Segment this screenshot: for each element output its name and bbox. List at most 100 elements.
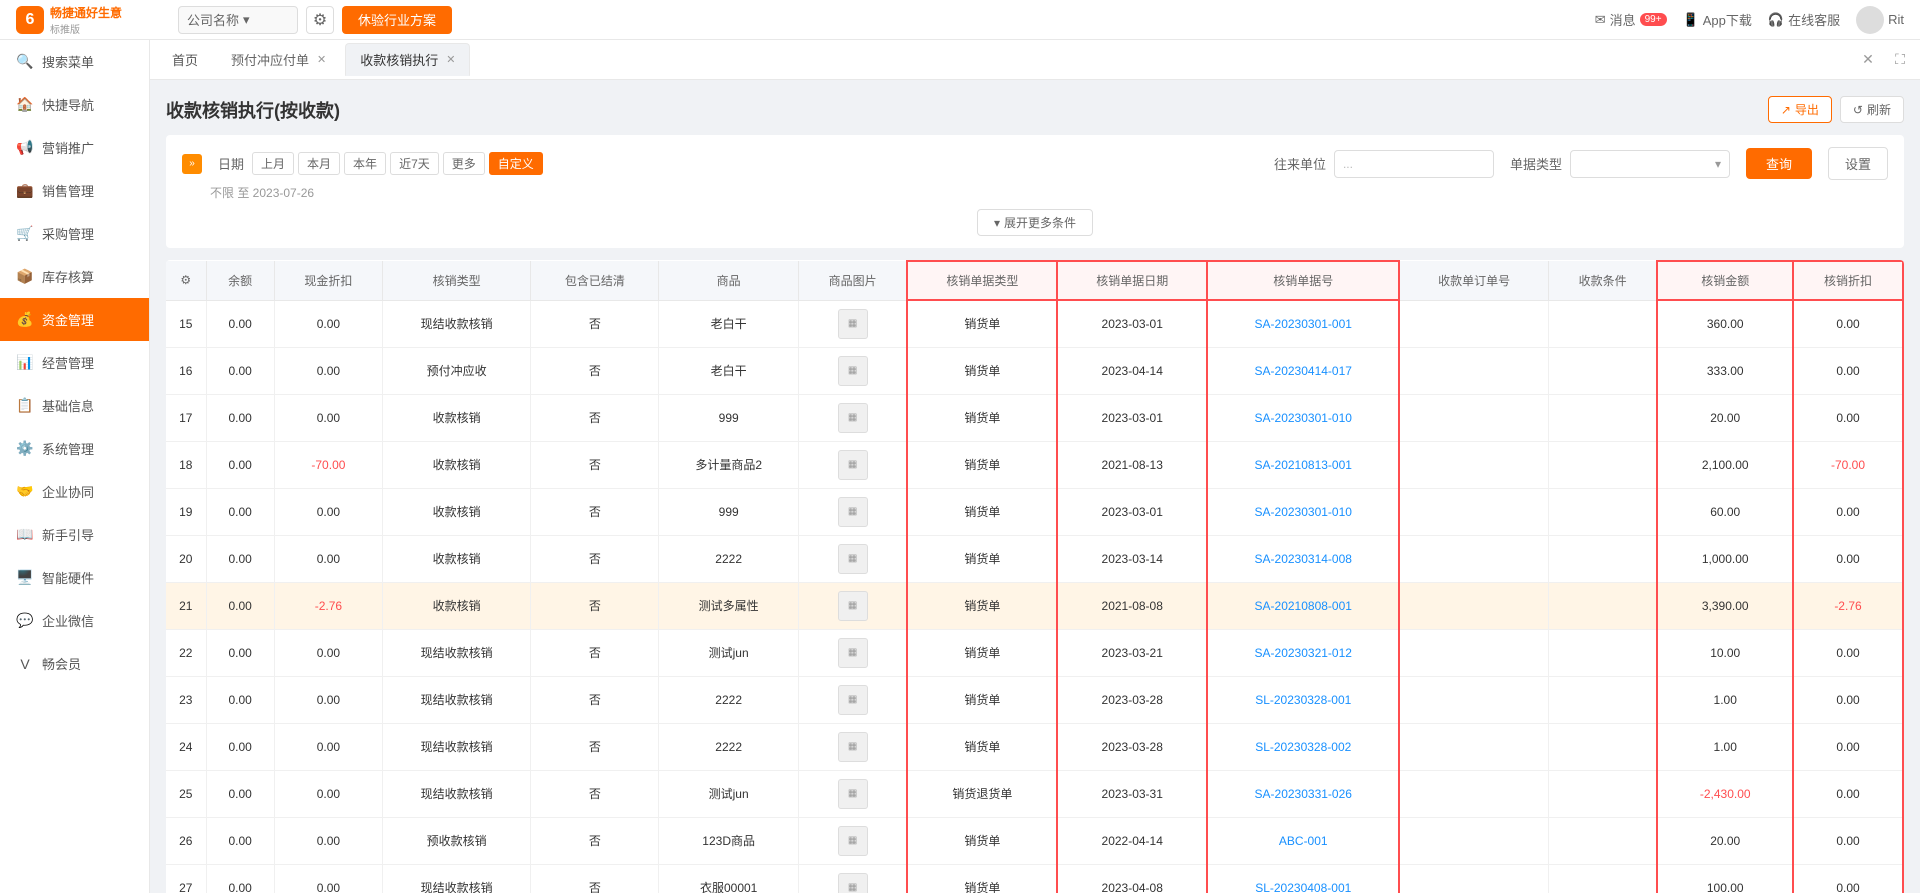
cell-receipt-cond: [1548, 629, 1657, 676]
writeoff-no-link[interactable]: SL-20230328-001: [1255, 693, 1351, 707]
cell-writeoff-no[interactable]: SL-20230328-001: [1207, 676, 1399, 723]
col-settled: 包含已结清: [531, 261, 659, 300]
sidebar-item-marketing[interactable]: 📢 营销推广: [0, 126, 149, 169]
app-name: 畅捷通好生意: [50, 4, 122, 21]
cell-type: 现结收款核销: [383, 770, 531, 817]
cell-writeoff-no[interactable]: ABC-001: [1207, 817, 1399, 864]
sidebar-item-search[interactable]: 🔍 搜索菜单: [0, 40, 149, 83]
writeoff-no-link[interactable]: SA-20230301-010: [1255, 505, 1352, 519]
sidebar-item-inventory[interactable]: 📦 库存核算: [0, 255, 149, 298]
table-row: 20 0.00 0.00 收款核销 否 2222 ▦ 销货单 2023-03-1…: [166, 535, 1903, 582]
sidebar-item-collab[interactable]: 🤝 企业协同: [0, 470, 149, 513]
sidebar-item-guide[interactable]: 📖 新手引导: [0, 513, 149, 556]
tab-collection-close[interactable]: ✕: [446, 53, 455, 66]
writeoff-no-link[interactable]: SA-20230414-017: [1255, 364, 1352, 378]
cell-writeoff-no[interactable]: SL-20230328-002: [1207, 723, 1399, 770]
tab-collection[interactable]: 收款核销执行 ✕: [345, 43, 470, 76]
cell-writeoff-no[interactable]: SL-20230408-001: [1207, 864, 1399, 893]
tab-prepay[interactable]: 预付冲应付单 ✕: [216, 43, 341, 76]
tab-home[interactable]: 首页: [158, 44, 212, 75]
cell-writeoff-no[interactable]: SA-20210813-001: [1207, 441, 1399, 488]
cell-writeoff-discount: 0.00: [1793, 394, 1903, 441]
writeoff-no-link[interactable]: SA-20230301-010: [1255, 411, 1352, 425]
sidebar-label-collab: 企业协同: [42, 482, 94, 501]
query-button[interactable]: 查询: [1746, 148, 1812, 179]
messages-button[interactable]: ✉ 消息 99+: [1595, 10, 1667, 29]
date-btn-7days[interactable]: 近7天: [390, 152, 439, 175]
cell-receipt-cond: [1548, 676, 1657, 723]
cell-writeoff-no[interactable]: SA-20230301-010: [1207, 488, 1399, 535]
cell-receipt-order: [1399, 394, 1548, 441]
goods-image: ▦: [838, 779, 868, 809]
doc-type-select[interactable]: ▾: [1570, 150, 1730, 178]
date-btn-this-year[interactable]: 本年: [344, 152, 386, 175]
sidebar-item-finance[interactable]: 💰 资金管理: [0, 298, 149, 341]
cell-cash-discount: 0.00: [274, 817, 382, 864]
export-button[interactable]: ↗ 导出: [1768, 96, 1832, 123]
date-btn-custom[interactable]: 自定义: [489, 152, 543, 175]
refresh-button[interactable]: ↺ 刷新: [1840, 96, 1904, 123]
settings-button[interactable]: ⚙: [306, 6, 334, 34]
writeoff-no-link[interactable]: ABC-001: [1279, 834, 1328, 848]
cell-receipt-order: [1399, 817, 1548, 864]
export-label: 导出: [1795, 101, 1819, 118]
collapse-arrow-icon[interactable]: »: [182, 154, 202, 174]
cell-writeoff-no[interactable]: SA-20230331-026: [1207, 770, 1399, 817]
table-row: 18 0.00 -70.00 收款核销 否 多计量商品2 ▦ 销货单 2021-…: [166, 441, 1903, 488]
sidebar-item-purchase[interactable]: 🛒 采购管理: [0, 212, 149, 255]
cell-receipt-cond: [1548, 582, 1657, 629]
refresh-icon: ↺: [1853, 103, 1863, 117]
cell-cash-discount: 0.00: [274, 347, 382, 394]
writeoff-no-link[interactable]: SA-20230314-008: [1255, 552, 1352, 566]
cell-writeoff-no[interactable]: SA-20230314-008: [1207, 535, 1399, 582]
cell-writeoff-no[interactable]: SA-20230414-017: [1207, 347, 1399, 394]
cell-writeoff-no[interactable]: SA-20230301-010: [1207, 394, 1399, 441]
sidebar-label-wechat: 企业微信: [42, 611, 94, 630]
user-profile[interactable]: Rit: [1856, 6, 1904, 34]
writeoff-no-link[interactable]: SA-20230321-012: [1255, 646, 1352, 660]
col-gear[interactable]: ⚙: [166, 261, 206, 300]
tab-close-all-button[interactable]: ✕: [1856, 48, 1880, 72]
date-btn-more[interactable]: 更多: [443, 152, 485, 175]
doc-type-label: 单据类型: [1510, 154, 1562, 173]
sidebar-item-hardware[interactable]: 🖥️ 智能硬件: [0, 556, 149, 599]
company-select[interactable]: 公司名称 ▾: [178, 6, 298, 34]
cell-type: 预付冲应收: [383, 347, 531, 394]
sidebar-item-operations[interactable]: 📊 经营管理: [0, 341, 149, 384]
date-btn-last-month[interactable]: 上月: [252, 152, 294, 175]
cell-writeoff-no[interactable]: SA-20230301-001: [1207, 300, 1399, 347]
sidebar-item-system[interactable]: ⚙️ 系统管理: [0, 427, 149, 470]
writeoff-no-link[interactable]: SA-20230331-026: [1255, 787, 1352, 801]
sidebar-item-quick-nav[interactable]: 🏠 快捷导航: [0, 83, 149, 126]
industry-button[interactable]: 休验行业方案: [342, 6, 452, 34]
writeoff-no-link[interactable]: SL-20230328-002: [1255, 740, 1351, 754]
sidebar-item-wechat[interactable]: 💬 企业微信: [0, 599, 149, 642]
party-input[interactable]: ...: [1334, 150, 1494, 178]
writeoff-no-link[interactable]: SA-20210808-001: [1255, 599, 1352, 613]
tab-collection-label: 收款核销执行: [360, 50, 438, 69]
sidebar-item-member[interactable]: V 畅会员: [0, 642, 149, 685]
cell-type: 收款核销: [383, 488, 531, 535]
cell-writeoff-doc-type: 销货单: [907, 488, 1057, 535]
cell-writeoff-no[interactable]: SA-20210808-001: [1207, 582, 1399, 629]
writeoff-no-link[interactable]: SA-20230301-001: [1255, 317, 1352, 331]
writeoff-no-link[interactable]: SA-20210813-001: [1255, 458, 1352, 472]
sidebar-item-sales[interactable]: 💼 销售管理: [0, 169, 149, 212]
date-filter: 日期 上月 本月 本年 近7天 更多 自定义: [218, 152, 543, 175]
app-download-button[interactable]: 📱 App下载: [1683, 10, 1752, 29]
expand-more-button[interactable]: ▾ 展开更多条件: [977, 209, 1093, 236]
sidebar-item-basic[interactable]: 📋 基础信息: [0, 384, 149, 427]
cell-goods: 衣服00001: [659, 864, 798, 893]
cell-type: 现结收款核销: [383, 300, 531, 347]
settings-button-filter[interactable]: 设置: [1828, 147, 1888, 180]
cell-receipt-order: [1399, 629, 1548, 676]
tab-maximize-button[interactable]: ⛶: [1888, 48, 1912, 72]
writeoff-no-link[interactable]: SL-20230408-001: [1255, 881, 1351, 893]
date-btn-this-month[interactable]: 本月: [298, 152, 340, 175]
sidebar-label-system: 系统管理: [42, 439, 94, 458]
online-service-button[interactable]: 🎧 在线客服: [1768, 10, 1840, 29]
cell-writeoff-no[interactable]: SA-20230321-012: [1207, 629, 1399, 676]
cell-writeoff-date: 2022-04-14: [1057, 817, 1207, 864]
cell-goods-img: ▦: [798, 676, 907, 723]
tab-prepay-close[interactable]: ✕: [317, 53, 326, 66]
